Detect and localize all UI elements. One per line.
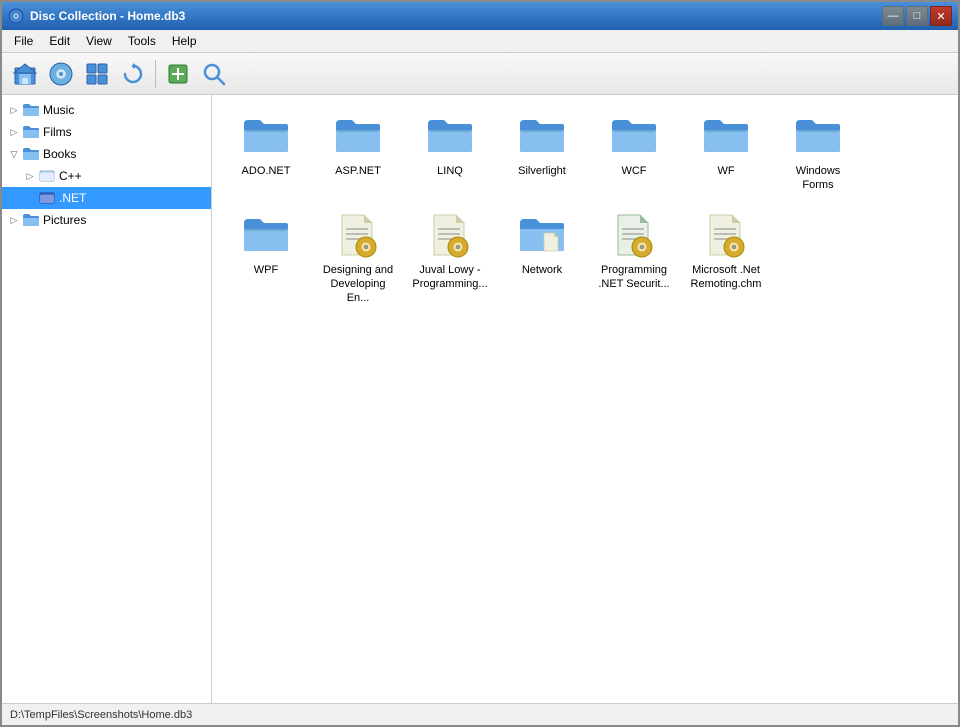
title-bar-left: Disc Collection - Home.db3 [8,8,185,24]
sidebar-item-music[interactable]: ▷ Music [2,99,211,121]
maximize-button[interactable]: □ [906,6,928,26]
expander-books[interactable]: ▽ [6,146,22,162]
toolbar-search-button[interactable] [197,57,231,91]
doc-cd-icon-microsoft-net [702,211,750,259]
file-item-designing[interactable]: Designing and Developing En... [314,204,402,313]
close-button[interactable]: ✕ [930,6,952,26]
file-item-ado-net[interactable]: ADO.NET [222,105,310,200]
folder-icon-windows-forms [794,112,842,160]
main-content: ▷ Music ▷ Films ▽ [2,95,958,703]
title-buttons: — □ ✕ [882,6,952,26]
toolbar-add-button[interactable] [161,57,195,91]
file-item-wf[interactable]: WF [682,105,770,200]
content-area: ADO.NET ASP.NET [212,95,958,703]
file-item-juval-lowy[interactable]: Juval Lowy - Programming... [406,204,494,313]
file-label-asp-net: ASP.NET [335,164,381,178]
file-label-juval-lowy: Juval Lowy - Programming... [411,263,489,292]
doc-cd-icon-juval-lowy [426,211,474,259]
sidebar-label-films: Films [43,125,72,139]
expander-cpp[interactable]: ▷ [22,168,38,184]
sidebar-label-music: Music [43,103,74,117]
file-label-network: Network [522,263,562,277]
file-label-linq: LINQ [437,164,463,178]
file-item-linq[interactable]: LINQ [406,105,494,200]
file-item-wcf[interactable]: WCF [590,105,678,200]
main-window: Disc Collection - Home.db3 — □ ✕ File Ed… [0,0,960,727]
folder-icon-films [22,123,40,141]
file-item-network[interactable]: Network [498,204,586,313]
file-item-wpf[interactable]: WPF [222,204,310,313]
folder-icon-cpp [38,167,56,185]
folder-icon-linq [426,112,474,160]
expander-dotnet[interactable] [22,190,38,206]
file-label-ado-net: ADO.NET [242,164,291,178]
sidebar-item-pictures[interactable]: ▷ Pictures [2,209,211,231]
sidebar-item-dotnet[interactable]: .NET [2,187,211,209]
file-item-windows-forms[interactable]: Windows Forms [774,105,862,200]
sidebar-item-books[interactable]: ▽ Books [2,143,211,165]
file-label-wcf: WCF [621,164,646,178]
app-icon [8,8,24,24]
folder-doc-icon-network [518,211,566,259]
file-item-asp-net[interactable]: ASP.NET [314,105,402,200]
sidebar-item-films[interactable]: ▷ Films [2,121,211,143]
file-grid: ADO.NET ASP.NET [222,105,948,312]
file-item-microsoft-net[interactable]: Microsoft .Net Remoting.chm [682,204,770,313]
grid-icon [84,61,110,87]
doc-cd-icon-programming-net [610,211,658,259]
toolbar-refresh-button[interactable] [116,57,150,91]
toolbar-grid-button[interactable] [80,57,114,91]
toolbar-separator-1 [155,60,156,88]
toolbar [2,53,958,95]
expander-films[interactable]: ▷ [6,124,22,140]
sidebar-label-books: Books [43,147,76,161]
file-label-wf: WF [717,164,734,178]
menu-view[interactable]: View [78,32,120,50]
status-bar: D:\TempFiles\Screenshots\Home.db3 [2,703,958,725]
menu-file[interactable]: File [6,32,41,50]
expander-music[interactable]: ▷ [6,102,22,118]
minimize-button[interactable]: — [882,6,904,26]
folder-icon-books [22,145,40,163]
window-title: Disc Collection - Home.db3 [30,9,185,23]
menu-tools[interactable]: Tools [120,32,164,50]
sidebar-label-pictures: Pictures [43,213,86,227]
folder-icon-pictures [22,211,40,229]
file-label-microsoft-net: Microsoft .Net Remoting.chm [687,263,765,292]
folder-icon-wpf [242,211,290,259]
sidebar-item-cpp[interactable]: ▷ C++ [2,165,211,187]
folder-icon-asp-net [334,112,382,160]
toolbar-disc-button[interactable] [44,57,78,91]
file-label-wpf: WPF [254,263,278,277]
menu-edit[interactable]: Edit [41,32,78,50]
toolbar-home-button[interactable] [8,57,42,91]
file-label-windows-forms: Windows Forms [779,164,857,193]
doc-cd-icon-designing [334,211,382,259]
folder-icon-dotnet [38,189,56,207]
search-icon [201,61,227,87]
file-label-silverlight: Silverlight [518,164,566,178]
refresh-icon [120,61,146,87]
folder-icon-wf [702,112,750,160]
menu-help[interactable]: Help [164,32,205,50]
add-icon [165,61,191,87]
expander-pictures[interactable]: ▷ [6,212,22,228]
status-text: D:\TempFiles\Screenshots\Home.db3 [10,709,192,721]
folder-icon-wcf [610,112,658,160]
sidebar-label-dotnet: .NET [59,191,86,205]
home-icon [12,61,38,87]
file-item-silverlight[interactable]: Silverlight [498,105,586,200]
folder-icon-music [22,101,40,119]
file-label-programming-net: Programming .NET Securit... [595,263,673,292]
file-item-programming-net[interactable]: Programming .NET Securit... [590,204,678,313]
folder-icon-silverlight [518,112,566,160]
title-bar: Disc Collection - Home.db3 — □ ✕ [2,2,958,30]
file-label-designing: Designing and Developing En... [319,263,397,306]
menu-bar: File Edit View Tools Help [2,30,958,53]
sidebar: ▷ Music ▷ Films ▽ [2,95,212,703]
disc-icon [48,61,74,87]
folder-icon-ado-net [242,112,290,160]
sidebar-label-cpp: C++ [59,169,82,183]
